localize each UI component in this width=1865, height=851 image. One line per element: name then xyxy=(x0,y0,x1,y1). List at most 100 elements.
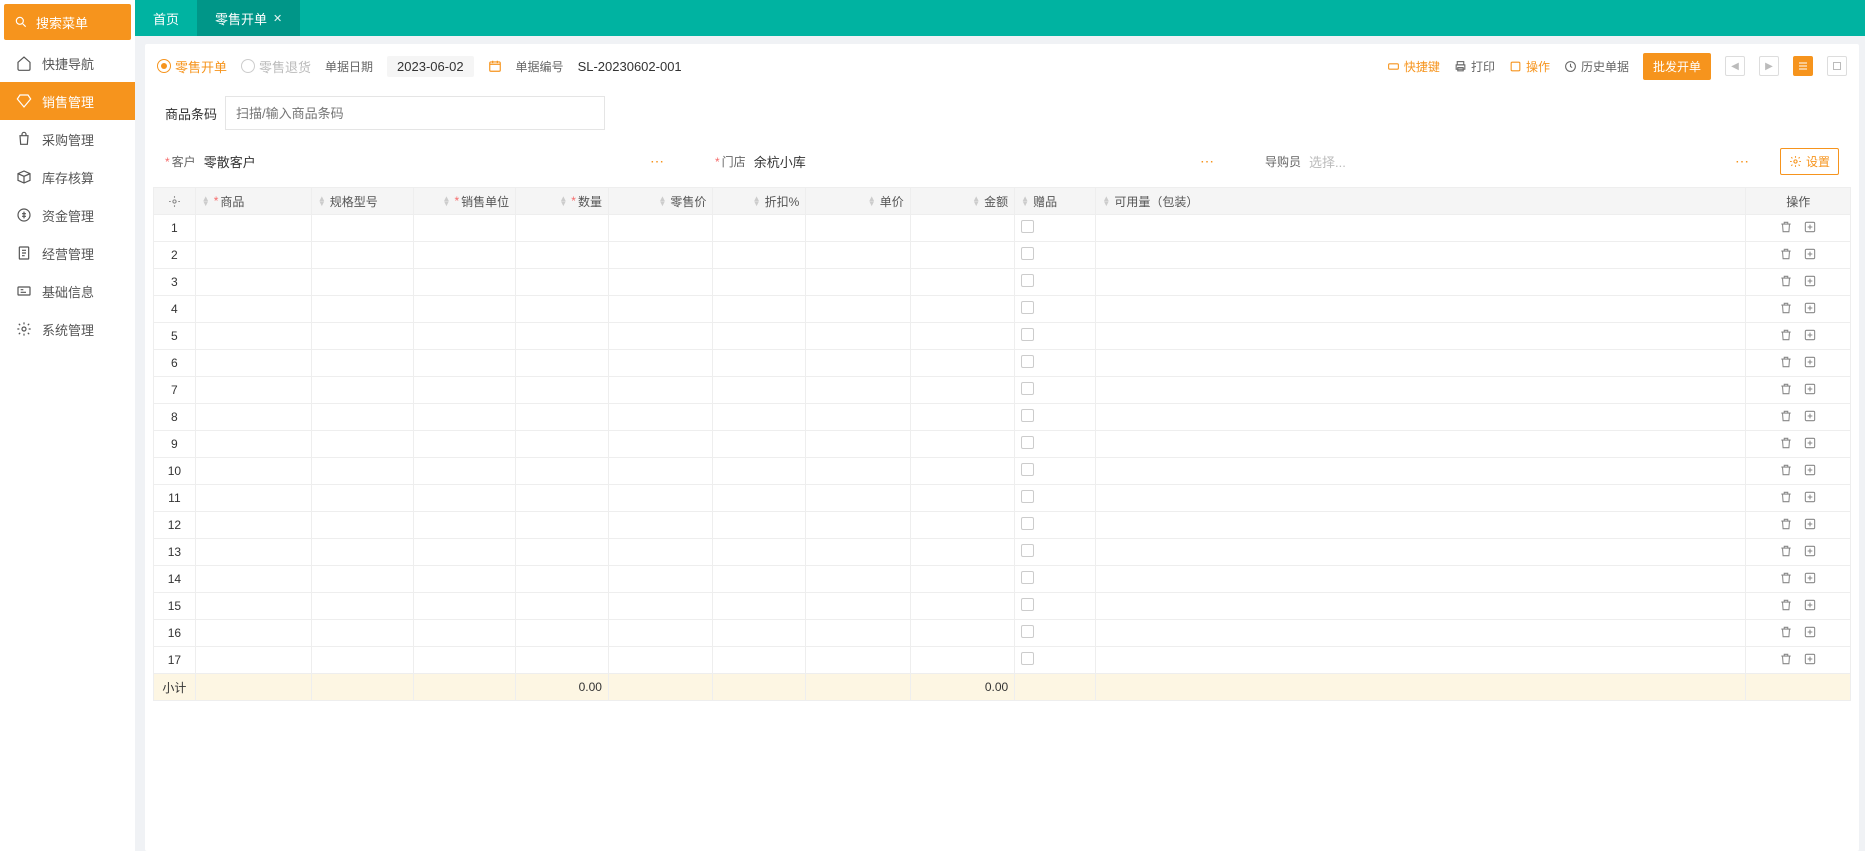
guide-value[interactable]: 选择... xyxy=(1309,152,1509,171)
print-button[interactable]: 打印 xyxy=(1454,58,1495,75)
sidebar-item-7[interactable]: 系统管理 xyxy=(0,310,135,348)
settings-button[interactable]: 设置 xyxy=(1780,148,1839,175)
delete-icon[interactable] xyxy=(1779,625,1793,639)
gift-checkbox[interactable] xyxy=(1021,274,1034,287)
sidebar-item-0[interactable]: 快捷导航 xyxy=(0,44,135,82)
sidebar-item-1[interactable]: 销售管理 xyxy=(0,82,135,120)
add-icon[interactable] xyxy=(1803,220,1817,234)
history-button[interactable]: 历史单据 xyxy=(1564,58,1629,75)
gift-checkbox[interactable] xyxy=(1021,544,1034,557)
gift-checkbox[interactable] xyxy=(1021,598,1034,611)
sidebar-item-6[interactable]: 基础信息 xyxy=(0,272,135,310)
add-icon[interactable] xyxy=(1803,301,1817,315)
col-spec[interactable]: ▲▼规格型号 xyxy=(311,188,413,215)
col-unit[interactable]: ▲▼*销售单位 xyxy=(413,188,515,215)
gift-checkbox[interactable] xyxy=(1021,463,1034,476)
gift-checkbox[interactable] xyxy=(1021,247,1034,260)
col-retail[interactable]: ▲▼零售价 xyxy=(608,188,712,215)
nav-prev-button[interactable]: ◀ xyxy=(1725,56,1745,76)
layout-alt-button[interactable] xyxy=(1827,56,1847,76)
gift-checkbox[interactable] xyxy=(1021,571,1034,584)
add-icon[interactable] xyxy=(1803,382,1817,396)
delete-icon[interactable] xyxy=(1779,463,1793,477)
radio-retail-sale[interactable]: 零售开单 xyxy=(157,57,227,76)
customer-value[interactable]: 零散客户 xyxy=(204,152,404,171)
radio-retail-return[interactable]: 零售退货 xyxy=(241,57,311,76)
sidebar-item-2[interactable]: 采购管理 xyxy=(0,120,135,158)
table-row[interactable]: 15 xyxy=(154,593,1851,620)
table-row[interactable]: 14 xyxy=(154,566,1851,593)
operate-button[interactable]: 操作 xyxy=(1509,58,1550,75)
gear-icon[interactable] xyxy=(168,195,181,208)
gift-checkbox[interactable] xyxy=(1021,652,1034,665)
add-icon[interactable] xyxy=(1803,355,1817,369)
delete-icon[interactable] xyxy=(1779,517,1793,531)
table-row[interactable]: 6 xyxy=(154,350,1851,377)
add-icon[interactable] xyxy=(1803,490,1817,504)
add-icon[interactable] xyxy=(1803,598,1817,612)
delete-icon[interactable] xyxy=(1779,598,1793,612)
table-row[interactable]: 11 xyxy=(154,485,1851,512)
table-row[interactable]: 8 xyxy=(154,404,1851,431)
delete-icon[interactable] xyxy=(1779,544,1793,558)
table-row[interactable]: 17 xyxy=(154,647,1851,674)
col-product[interactable]: ▲▼*商品 xyxy=(195,188,311,215)
shortcut-button[interactable]: 快捷键 xyxy=(1387,58,1440,75)
add-icon[interactable] xyxy=(1803,328,1817,342)
date-value[interactable]: 2023-06-02 xyxy=(387,56,474,77)
table-row[interactable]: 1 xyxy=(154,215,1851,242)
delete-icon[interactable] xyxy=(1779,247,1793,261)
calendar-icon[interactable] xyxy=(488,59,502,73)
store-value[interactable]: 余杭小库 xyxy=(754,152,954,171)
add-icon[interactable] xyxy=(1803,652,1817,666)
col-discount[interactable]: ▲▼折扣% xyxy=(713,188,806,215)
gift-checkbox[interactable] xyxy=(1021,301,1034,314)
store-picker-icon[interactable]: ⋯ xyxy=(1200,153,1215,170)
delete-icon[interactable] xyxy=(1779,490,1793,504)
delete-icon[interactable] xyxy=(1779,220,1793,234)
guide-picker-icon[interactable]: ⋯ xyxy=(1735,153,1750,170)
gift-checkbox[interactable] xyxy=(1021,328,1034,341)
table-row[interactable]: 5 xyxy=(154,323,1851,350)
gift-checkbox[interactable] xyxy=(1021,436,1034,449)
tab-1[interactable]: 零售开单✕ xyxy=(197,0,300,36)
col-avail[interactable]: ▲▼可用量（包装） xyxy=(1096,188,1746,215)
gift-checkbox[interactable] xyxy=(1021,355,1034,368)
delete-icon[interactable] xyxy=(1779,436,1793,450)
gift-checkbox[interactable] xyxy=(1021,625,1034,638)
delete-icon[interactable] xyxy=(1779,652,1793,666)
customer-picker-icon[interactable]: ⋯ xyxy=(650,153,665,170)
add-icon[interactable] xyxy=(1803,436,1817,450)
delete-icon[interactable] xyxy=(1779,382,1793,396)
col-qty[interactable]: ▲▼*数量 xyxy=(516,188,609,215)
sidebar-item-5[interactable]: 经营管理 xyxy=(0,234,135,272)
delete-icon[interactable] xyxy=(1779,571,1793,585)
delete-icon[interactable] xyxy=(1779,301,1793,315)
table-row[interactable]: 7 xyxy=(154,377,1851,404)
gift-checkbox[interactable] xyxy=(1021,382,1034,395)
add-icon[interactable] xyxy=(1803,571,1817,585)
table-row[interactable]: 9 xyxy=(154,431,1851,458)
table-row[interactable]: 3 xyxy=(154,269,1851,296)
gift-checkbox[interactable] xyxy=(1021,220,1034,233)
add-icon[interactable] xyxy=(1803,625,1817,639)
bulk-order-button[interactable]: 批发开单 xyxy=(1643,53,1711,80)
add-icon[interactable] xyxy=(1803,274,1817,288)
table-row[interactable]: 10 xyxy=(154,458,1851,485)
layout-toggle-button[interactable] xyxy=(1793,56,1813,76)
gift-checkbox[interactable] xyxy=(1021,517,1034,530)
nav-next-button[interactable]: ▶ xyxy=(1759,56,1779,76)
delete-icon[interactable] xyxy=(1779,328,1793,342)
table-row[interactable]: 4 xyxy=(154,296,1851,323)
col-price[interactable]: ▲▼单价 xyxy=(806,188,910,215)
add-icon[interactable] xyxy=(1803,463,1817,477)
gift-checkbox[interactable] xyxy=(1021,409,1034,422)
delete-icon[interactable] xyxy=(1779,409,1793,423)
col-gift[interactable]: ▲▼赠品 xyxy=(1015,188,1096,215)
delete-icon[interactable] xyxy=(1779,355,1793,369)
col-amount[interactable]: ▲▼金额 xyxy=(910,188,1014,215)
table-row[interactable]: 2 xyxy=(154,242,1851,269)
sidebar-item-3[interactable]: 库存核算 xyxy=(0,158,135,196)
search-menu-button[interactable]: 搜索菜单 xyxy=(4,4,131,40)
tab-0[interactable]: 首页 xyxy=(135,0,197,36)
